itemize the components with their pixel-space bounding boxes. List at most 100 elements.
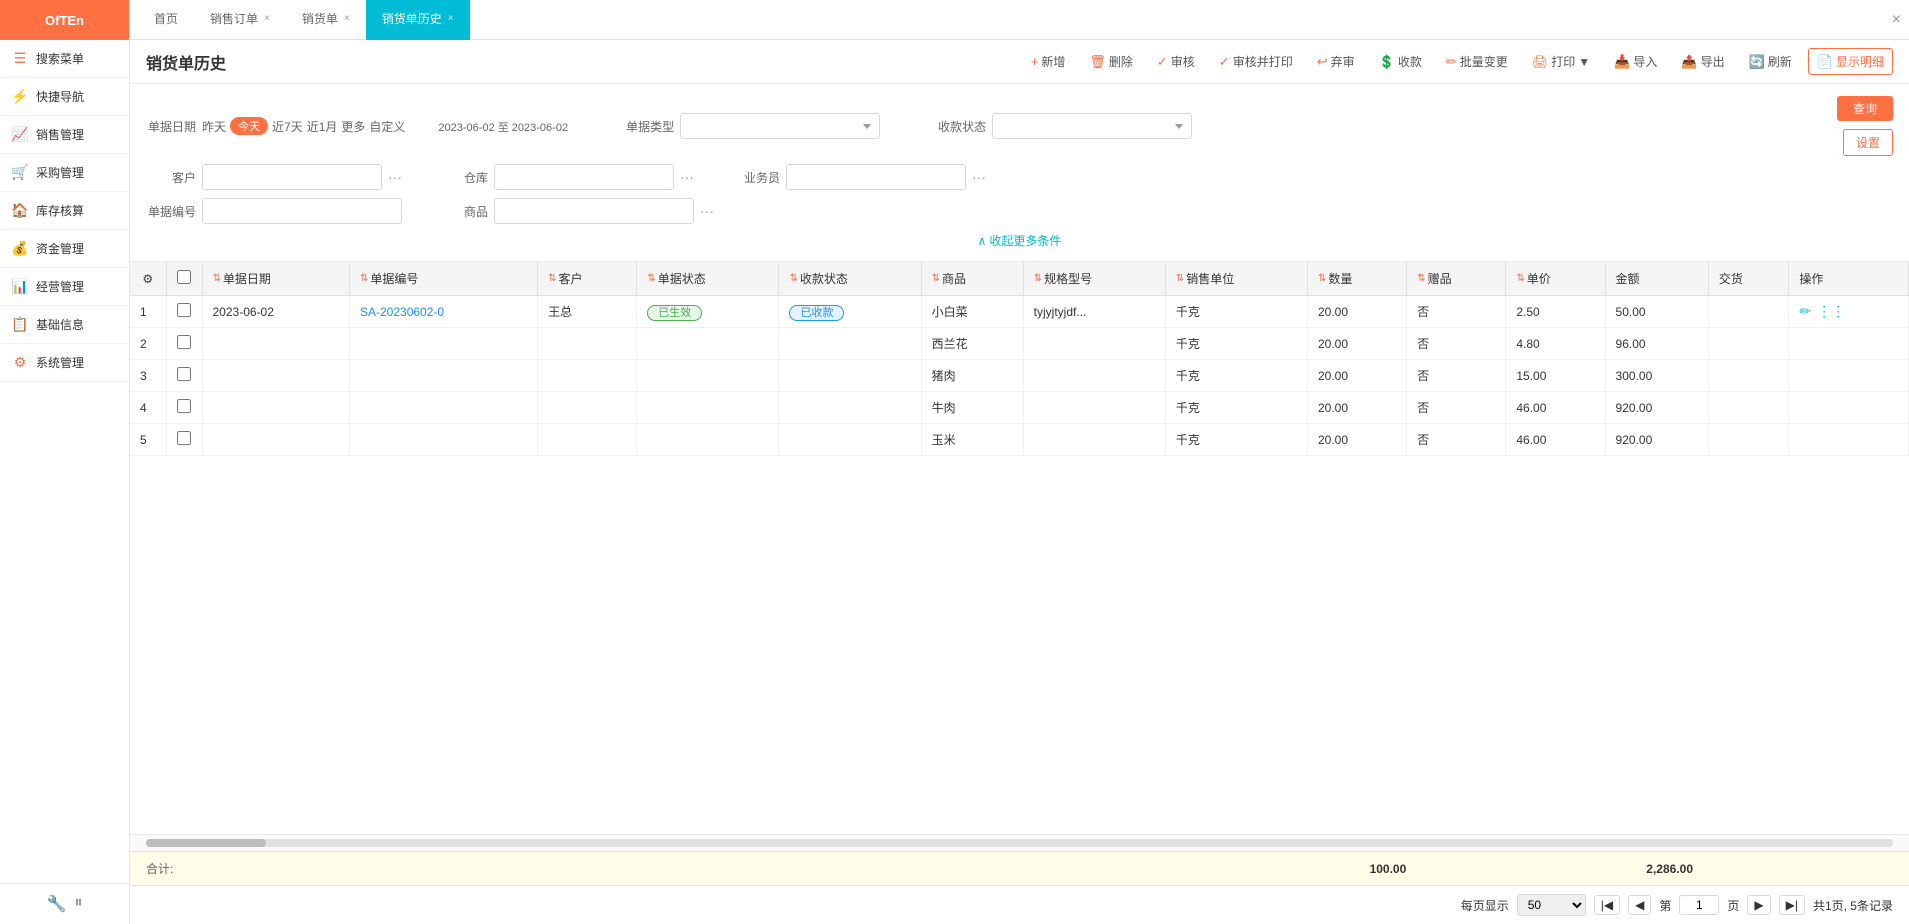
gear-icon[interactable]: ⚙ [142, 272, 153, 286]
sidebar-pause-icon[interactable]: ⏸ [74, 894, 82, 914]
close-tab-sales-goods[interactable]: × [344, 13, 350, 24]
sidebar-item-ops-mgmt[interactable]: 📊 经营管理 [0, 268, 129, 306]
scrollbar-thumb[interactable] [146, 839, 266, 847]
row-checkbox-input[interactable] [177, 431, 191, 445]
row-checkbox-input[interactable] [177, 367, 191, 381]
export-button[interactable]: 📤 导出 [1673, 49, 1732, 74]
export-icon: 📤 [1681, 54, 1697, 70]
search-menu-icon: ☰ [12, 51, 28, 67]
first-page-btn[interactable]: |◀ [1594, 895, 1620, 915]
sidebar-item-quick-nav[interactable]: ⚡ 快捷导航 [0, 78, 129, 116]
edit-action-icon[interactable]: ✏ [1799, 303, 1811, 320]
goods-input[interactable] [494, 198, 694, 224]
window-close-btn[interactable]: × [1892, 11, 1901, 29]
collect-button[interactable]: 💲 收款 [1371, 49, 1430, 74]
batch-change-button[interactable]: ✏ 批量变更 [1438, 49, 1516, 74]
select-all-checkbox[interactable] [177, 270, 191, 284]
col-customer[interactable]: ⇅ 客户 [538, 262, 637, 296]
sort-icon-doc-status: ⇅ [647, 273, 655, 284]
refresh-button[interactable]: 🔄 刷新 [1741, 49, 1800, 74]
tab-sales-history[interactable]: 销货单历史 × [366, 0, 470, 40]
collapse-button[interactable]: ∧ 收起更多条件 [146, 232, 1893, 249]
sidebar-settings-icon[interactable]: 🔧 [47, 894, 67, 914]
col-amount: 金额 [1605, 262, 1708, 296]
payment-status-select[interactable] [992, 113, 1192, 139]
col-doc-date[interactable]: ⇅ 单据日期 [202, 262, 350, 296]
salesperson-input[interactable] [786, 164, 966, 190]
more-action-icon[interactable]: ⋮⋮ [1817, 303, 1845, 320]
sidebar-item-finance-mgmt[interactable]: 💰 资金管理 [0, 230, 129, 268]
sidebar-item-basic-info[interactable]: 📋 基础信息 [0, 306, 129, 344]
col-gift[interactable]: ⇅ 赠品 [1407, 262, 1506, 296]
total-records: 共1页, 5条记录 [1813, 897, 1893, 914]
page-size-select[interactable]: 50 20 100 [1517, 894, 1586, 916]
abandon-icon: ↩ [1317, 54, 1328, 70]
table-row: 2西兰花千克20.00否4.8096.00 [130, 328, 1909, 360]
sidebar-item-sys-mgmt[interactable]: ⚙ 系统管理 [0, 344, 129, 382]
page-number-input[interactable] [1679, 895, 1719, 915]
doc-date: 2023-06-02 [202, 296, 350, 328]
date-1month[interactable]: 近1月 [307, 118, 338, 135]
audit-button[interactable]: ✓ 审核 [1149, 49, 1203, 74]
doc-no-label: 单据编号 [146, 203, 196, 220]
doc-no-input[interactable] [202, 198, 402, 224]
close-tab-sales-order[interactable]: × [264, 13, 270, 24]
gift: 否 [1407, 424, 1506, 456]
customer-input[interactable] [202, 164, 382, 190]
tab-home[interactable]: 首页 [138, 0, 194, 40]
collect-icon: 💲 [1379, 54, 1395, 70]
date-7days[interactable]: 近7天 [272, 118, 303, 135]
sales-unit: 千克 [1165, 424, 1307, 456]
audit-print-button[interactable]: ✓ 审核并打印 [1211, 49, 1301, 74]
sidebar-item-sales-mgmt[interactable]: 📈 销售管理 [0, 116, 129, 154]
sort-icon-quantity: ⇅ [1318, 273, 1326, 284]
setting-button[interactable]: 设置 [1843, 129, 1893, 156]
last-page-btn[interactable]: ▶| [1779, 895, 1805, 915]
col-spec-type[interactable]: ⇅ 规格型号 [1023, 262, 1165, 296]
col-payment-status[interactable]: ⇅ 收款状态 [779, 262, 921, 296]
row-checkbox-input[interactable] [177, 335, 191, 349]
delete-button[interactable]: 🗑 删除 [1081, 49, 1141, 74]
amount: 96.00 [1605, 328, 1708, 360]
warehouse-dots-btn[interactable]: ··· [680, 169, 694, 185]
date-today-badge[interactable]: 今天 [230, 117, 268, 135]
col-doc-status[interactable]: ⇅ 单据状态 [637, 262, 779, 296]
sidebar-item-inventory-calc[interactable]: 🏠 库存核算 [0, 192, 129, 230]
filter-goods: 商品 ··· [438, 198, 714, 224]
warehouse-input[interactable] [494, 164, 674, 190]
tab-sales-order[interactable]: 销售订单 × [194, 0, 286, 40]
doc-type-select[interactable] [680, 113, 880, 139]
col-quantity[interactable]: ⇅ 数量 [1307, 262, 1406, 296]
col-sales-unit[interactable]: ⇅ 销售单位 [1165, 262, 1307, 296]
gift: 否 [1407, 328, 1506, 360]
import-button[interactable]: 📥 导入 [1606, 49, 1665, 74]
sidebar-item-search-menu[interactable]: ☰ 搜索菜单 [0, 40, 129, 78]
col-gear: ⚙ [130, 262, 166, 296]
table-header: ⚙ ⇅ 单据日期 ⇅ [130, 262, 1909, 296]
tab-sales-goods[interactable]: 销货单 × [286, 0, 366, 40]
doc-date [202, 328, 350, 360]
new-button[interactable]: + 新增 [1023, 49, 1074, 74]
col-unit-price[interactable]: ⇅ 单价 [1506, 262, 1605, 296]
show-detail-button[interactable]: 📄 显示明细 [1808, 48, 1893, 75]
prev-page-btn[interactable]: ◀ [1628, 895, 1651, 915]
col-doc-no[interactable]: ⇅ 单据编号 [350, 262, 538, 296]
basic-info-icon: 📋 [12, 317, 28, 333]
col-goods[interactable]: ⇅ 商品 [921, 262, 1023, 296]
date-custom[interactable]: 自定义 [369, 118, 405, 135]
horizontal-scrollbar[interactable] [130, 834, 1909, 851]
next-page-btn[interactable]: ▶ [1747, 895, 1770, 915]
salesperson-dots-btn[interactable]: ··· [972, 169, 986, 185]
abandon-button[interactable]: ↩ 弃审 [1309, 49, 1363, 74]
print-button[interactable]: 🖨 打印 ▼ [1524, 49, 1598, 74]
sidebar-item-purchase-mgmt[interactable]: 🛒 采购管理 [0, 154, 129, 192]
date-more[interactable]: 更多 [341, 118, 365, 135]
row-checkbox-input[interactable] [177, 399, 191, 413]
query-button[interactable]: 查询 [1837, 96, 1893, 121]
row-checkbox-input[interactable] [177, 303, 191, 317]
goods-dots-btn[interactable]: ··· [700, 203, 714, 219]
page-label: 页 [1727, 897, 1739, 914]
customer-dots-btn[interactable]: ··· [388, 169, 402, 185]
date-yesterday[interactable]: 昨天 [202, 118, 226, 135]
close-tab-sales-history[interactable]: × [448, 13, 454, 24]
